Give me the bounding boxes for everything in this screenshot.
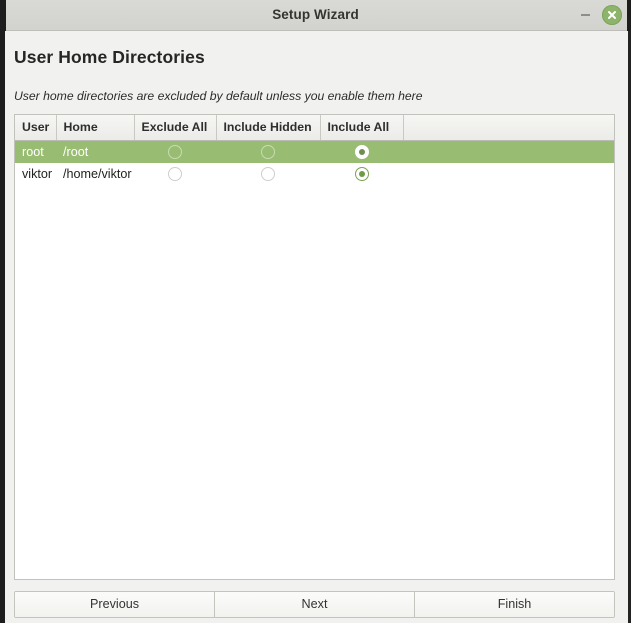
- wizard-button-bar: Previous Next Finish: [14, 591, 615, 618]
- cell-home: /home/viktor: [56, 162, 134, 185]
- page-subtitle: User home directories are excluded by de…: [14, 89, 423, 103]
- wizard-content: User Home Directories User home director…: [5, 31, 628, 623]
- cell-include-hidden: [216, 140, 320, 163]
- window-title: Setup Wizard: [272, 7, 359, 22]
- finish-button[interactable]: Finish: [415, 592, 614, 617]
- cell-home: /root: [56, 140, 134, 163]
- column-header-user[interactable]: User: [15, 115, 57, 141]
- next-button[interactable]: Next: [215, 592, 415, 617]
- previous-button[interactable]: Previous: [15, 592, 215, 617]
- column-header-spacer: [403, 115, 614, 141]
- radio-include-all[interactable]: [354, 166, 369, 181]
- table-row[interactable]: viktor /home/viktor: [15, 162, 614, 185]
- radio-include-hidden[interactable]: [261, 166, 275, 181]
- cell-spacer: [403, 140, 614, 163]
- table-header-row: User Home Exclude All Include Hidden Inc…: [15, 115, 614, 141]
- column-header-home[interactable]: Home: [56, 115, 135, 141]
- setup-wizard-window: Setup Wizard User Home Directories User …: [0, 0, 631, 623]
- radio-include-all[interactable]: [354, 145, 369, 160]
- table-row[interactable]: root /root: [15, 140, 614, 163]
- column-header-exclude-all[interactable]: Exclude All: [134, 115, 217, 141]
- cell-user: root: [15, 140, 56, 163]
- cell-exclude-all: [134, 162, 216, 185]
- column-header-include-hidden[interactable]: Include Hidden: [216, 115, 321, 141]
- page-title: User Home Directories: [14, 47, 205, 67]
- radio-exclude-all[interactable]: [168, 145, 182, 160]
- minimize-icon[interactable]: [579, 9, 593, 22]
- cell-user: viktor: [15, 162, 56, 185]
- window-titlebar: Setup Wizard: [0, 0, 631, 31]
- radio-include-hidden[interactable]: [261, 145, 275, 160]
- home-directories-table: User Home Exclude All Include Hidden Inc…: [14, 114, 615, 580]
- cell-exclude-all: [134, 140, 216, 163]
- cell-include-all: [320, 140, 403, 163]
- cell-include-all: [320, 162, 403, 185]
- radio-exclude-all[interactable]: [168, 166, 182, 181]
- cell-spacer: [403, 162, 614, 185]
- close-icon[interactable]: [602, 5, 622, 25]
- column-header-include-all[interactable]: Include All: [320, 115, 404, 141]
- table-body: root /root viktor /home/viktor: [15, 140, 614, 185]
- cell-include-hidden: [216, 162, 320, 185]
